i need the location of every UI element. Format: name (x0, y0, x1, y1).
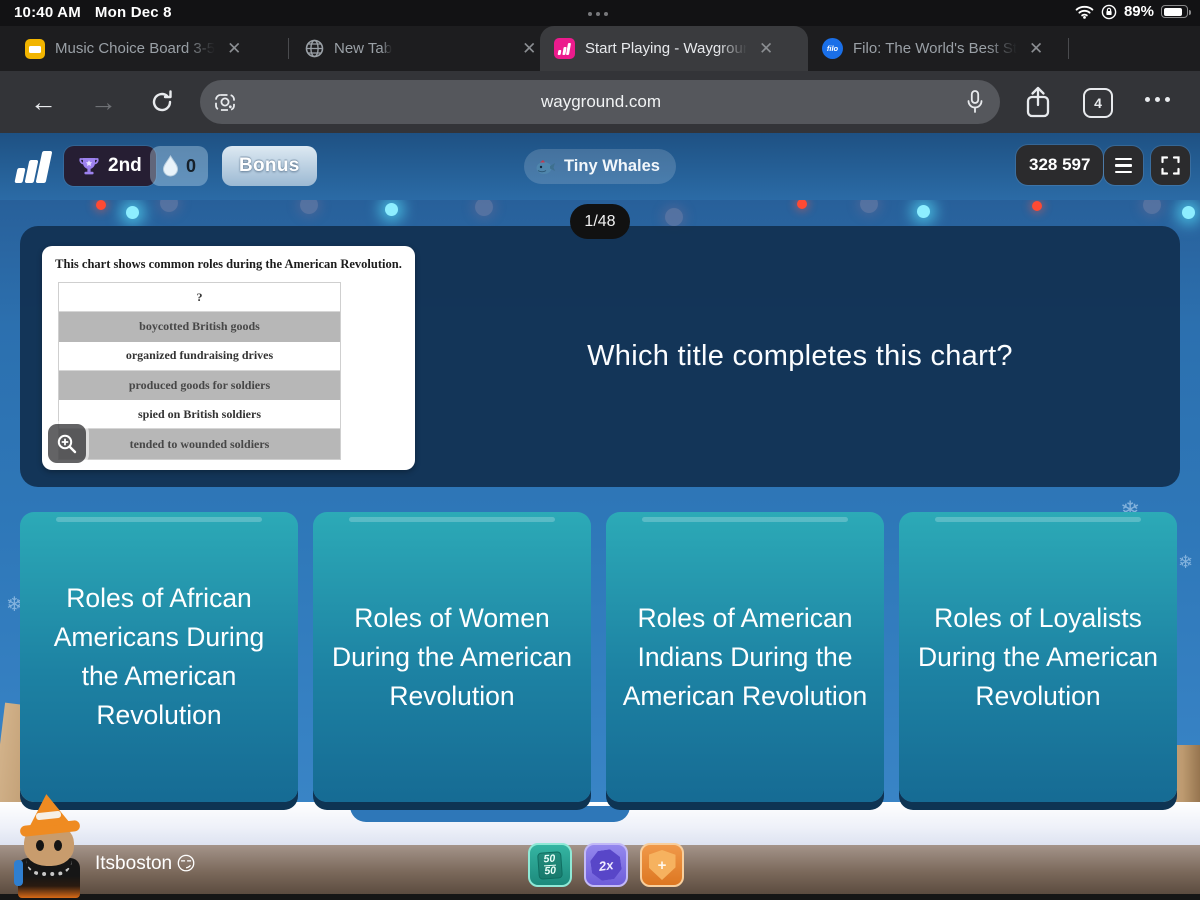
globe-icon (305, 39, 324, 58)
status-time: 10:40 AM (14, 4, 81, 21)
tab-title: Filo: The World's Best St (853, 40, 1018, 57)
chart-title: This chart shows common roles during the… (55, 257, 402, 271)
reload-button[interactable] (148, 88, 176, 116)
tab-separator (1068, 38, 1069, 59)
url-text[interactable]: wayground.com (236, 92, 966, 112)
status-bar: 10:40 AM Mon Dec 8 89% (0, 0, 1200, 26)
question-progress: 1/48 (570, 204, 630, 239)
close-tab-icon[interactable]: ✕ (520, 39, 538, 59)
filo-icon: filo (822, 38, 843, 59)
answer-option-4[interactable]: Roles of Loyalists During the American R… (899, 512, 1177, 802)
close-tab-icon[interactable]: ✕ (757, 39, 775, 59)
trophy-icon (78, 155, 100, 177)
yellow-doc-icon (25, 38, 45, 59)
drops-count: 0 (186, 155, 197, 176)
chart-row: tended to wounded soldiers (59, 429, 340, 459)
tab-new-tab[interactable]: New Tab ✕ (305, 26, 538, 71)
double-points-icon: 2x (589, 848, 623, 882)
question-text: Which title completes this chart? (587, 340, 1013, 372)
back-button[interactable]: ← (30, 85, 57, 119)
browser-menu-icon[interactable] (1145, 97, 1170, 102)
player-name: Itsboston 😏 (95, 853, 196, 875)
mic-icon[interactable] (966, 89, 984, 115)
share-icon[interactable] (1022, 85, 1054, 121)
player-avatar[interactable] (4, 791, 96, 898)
bottom-edge (0, 894, 1200, 900)
magnifier-plus-icon (56, 433, 78, 455)
tab-title: Start Playing - Wayground (585, 40, 747, 57)
tab-title: New Tab (334, 40, 393, 57)
bonus-label: Bonus (239, 155, 300, 176)
chart-row: boycotted British goods (59, 312, 340, 342)
chart-row: ? (59, 283, 340, 313)
battery-icon (1161, 5, 1191, 18)
forward-button[interactable]: → (90, 85, 117, 119)
rank-badge[interactable]: 2nd (64, 146, 156, 186)
game-menu-button[interactable] (1104, 146, 1143, 185)
tab-title: Music Choice Board 3-5 (55, 40, 216, 57)
powerup-fifty-fifty[interactable]: 50 50 (528, 843, 572, 887)
drops-counter[interactable]: 0 (150, 146, 209, 186)
zoom-image-button[interactable] (48, 424, 86, 463)
answer-option-3[interactable]: Roles of American Indians During the Ame… (606, 512, 884, 802)
wifi-icon (1075, 5, 1094, 19)
powerup-tray: 50 50 2x + (528, 843, 684, 887)
status-date: Mon Dec 8 (94, 4, 172, 21)
avatar-eye (54, 840, 62, 851)
rotation-lock-icon (1101, 4, 1117, 20)
tab-separator (288, 38, 289, 59)
chart-row: spied on British soldiers (59, 400, 340, 430)
fullscreen-button[interactable] (1151, 146, 1190, 185)
fullscreen-icon (1161, 156, 1180, 175)
chart-row: organized fundraising drives (59, 341, 340, 371)
smirk-emoji: 😏 (176, 853, 196, 875)
answer-option-1[interactable]: Roles of African Americans During the Am… (20, 512, 298, 802)
status-time-date: 10:40 AM Mon Dec 8 (14, 4, 172, 21)
avatar-eye (36, 840, 44, 851)
tab-music-choice-board[interactable]: Music Choice Board 3-5 ✕ (25, 26, 243, 71)
question-panel: This chart shows common roles during the… (20, 226, 1180, 487)
fifty-fifty-icon: 50 50 (537, 850, 563, 880)
score-value: 328 597 (1029, 155, 1091, 174)
avatar-strap (14, 860, 23, 886)
screen: 10:40 AM Mon Dec 8 89% Music Choice Board… (0, 0, 1200, 900)
lens-search-icon[interactable] (214, 91, 236, 113)
close-tab-icon[interactable]: ✕ (1027, 39, 1045, 59)
wayground-logo-icon (14, 149, 53, 183)
powerup-double-points[interactable]: 2x (584, 843, 628, 887)
chart-row: produced goods for soldiers (59, 370, 340, 401)
bonus-button[interactable]: Bonus (222, 146, 317, 186)
battery-percent: 89% (1123, 3, 1154, 20)
tab-switcher-button[interactable]: 4 (1083, 88, 1113, 118)
browser-tab-bar: Music Choice Board 3-5 ✕ New Tab ✕ Start… (0, 26, 1200, 71)
tab-filo[interactable]: filo Filo: The World's Best St ✕ (822, 26, 1045, 71)
score-display: 328 597 (1016, 145, 1104, 185)
avatar-cone-hat (25, 791, 71, 829)
answer-option-2[interactable]: Roles of Women During the American Revol… (313, 512, 591, 802)
wayground-logo-icon (554, 38, 575, 59)
close-tab-icon[interactable]: ✕ (225, 39, 243, 59)
answer-options: Roles of African Americans During the Am… (0, 512, 1200, 810)
rank-label: 2nd (108, 155, 142, 176)
water-drop-icon (162, 155, 179, 177)
address-bar[interactable]: wayground.com (200, 80, 1000, 124)
browser-nav-bar: ← → wayground.com 4 (0, 71, 1200, 133)
powerup-shield[interactable]: + (640, 843, 684, 887)
whale-icon (534, 157, 556, 177)
team-badge[interactable]: Tiny Whales (524, 149, 676, 184)
tab-start-playing-wayground[interactable]: Start Playing - Wayground ✕ (540, 26, 808, 71)
chart-table: ? boycotted British goods organized fund… (58, 282, 341, 460)
shield-plus-icon: + (648, 850, 676, 880)
team-name: Tiny Whales (564, 157, 660, 175)
player-name-text: Itsboston (95, 853, 173, 874)
question-image-card[interactable]: This chart shows common roles during the… (42, 246, 415, 470)
multitask-indicator-icon (588, 12, 608, 16)
